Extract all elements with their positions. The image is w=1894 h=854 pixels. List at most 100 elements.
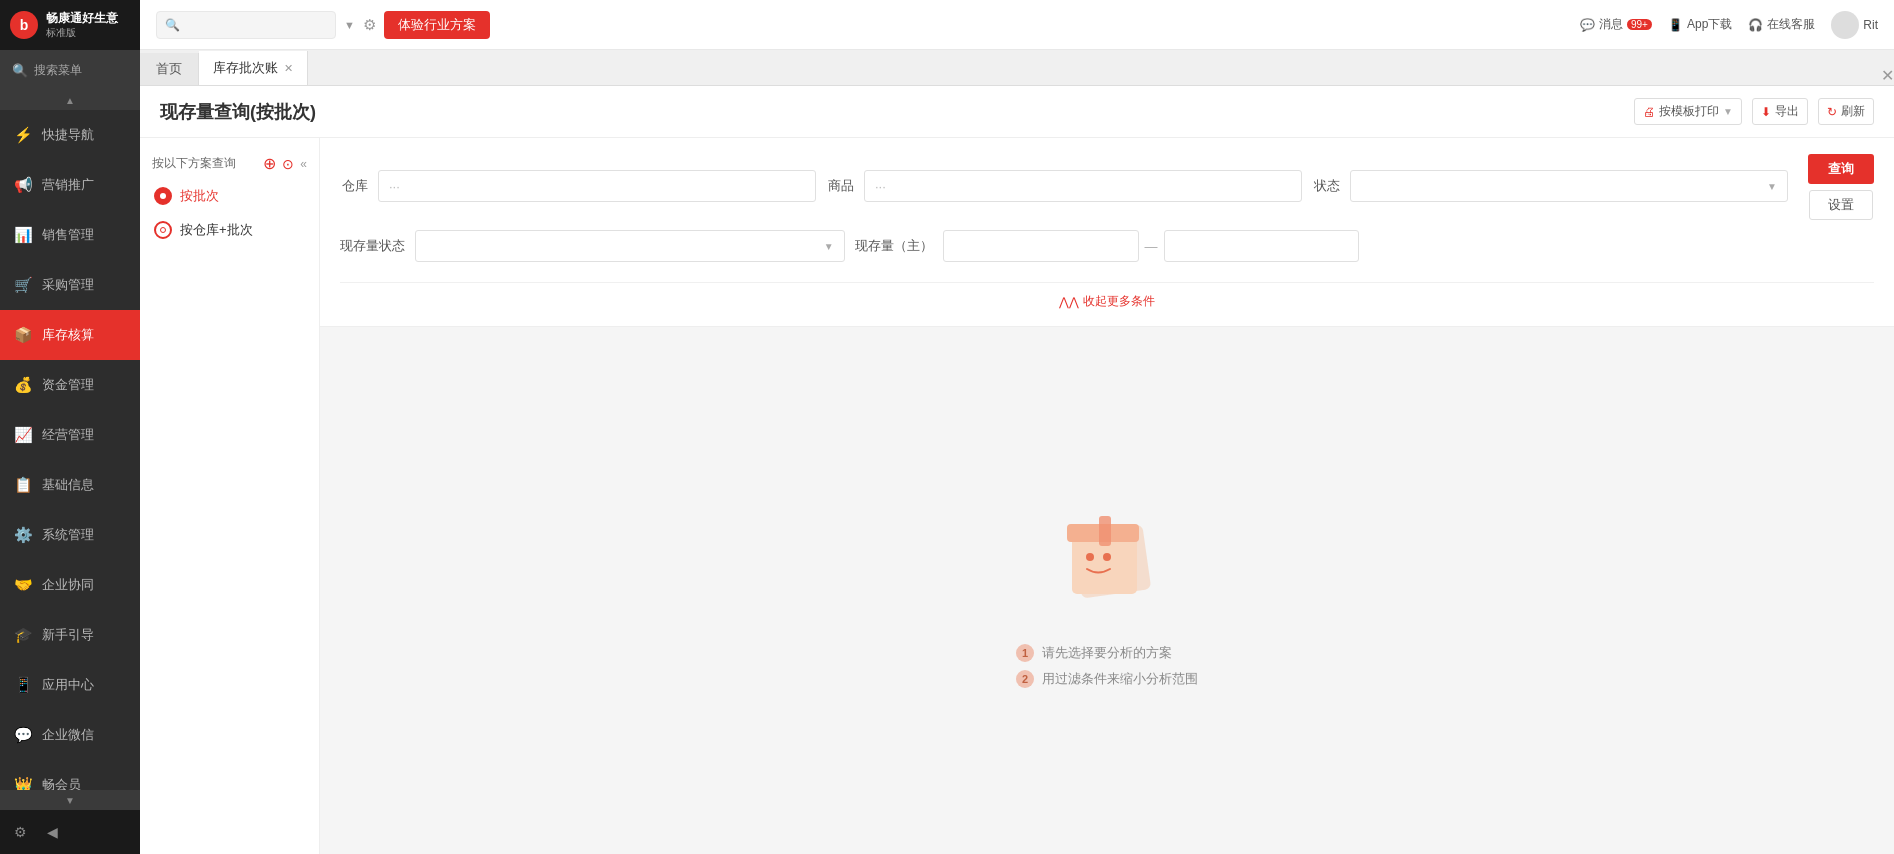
empty-tip-1: 1 请先选择要分析的方案 bbox=[1016, 644, 1198, 662]
settings-footer-icon[interactable]: ⚙ bbox=[14, 824, 27, 840]
app-brand: 畅康通好生意 标准版 bbox=[46, 11, 130, 40]
add-plan-icon[interactable]: ⊕ bbox=[263, 154, 276, 173]
panel-close-button[interactable]: ✕ bbox=[1881, 66, 1894, 85]
filter-actions: 查询 设置 bbox=[1808, 152, 1874, 220]
qty-from-input[interactable] bbox=[943, 230, 1139, 262]
topbar-gear-icon[interactable]: ⚙ bbox=[363, 16, 376, 34]
user-avatar-action[interactable]: Rit bbox=[1831, 11, 1878, 39]
avatar bbox=[1831, 11, 1859, 39]
plan-icon-by-batch bbox=[154, 187, 172, 205]
messages-action[interactable]: 💬 消息 99+ bbox=[1580, 16, 1652, 33]
refresh-icon: ↻ bbox=[1827, 105, 1837, 119]
empty-state: 1 请先选择要分析的方案 2 用过滤条件来缩小分析范围 bbox=[320, 327, 1894, 854]
left-panel-icons: ⊕ ⊙ « bbox=[263, 154, 307, 173]
collapse-panel-icon[interactable]: « bbox=[300, 157, 307, 171]
tip-number-2: 2 bbox=[1016, 670, 1034, 688]
user-name: Rit bbox=[1863, 18, 1878, 32]
collapse-more-button[interactable]: ⋀⋀ 收起更多条件 bbox=[340, 282, 1874, 320]
sidebar-item-label: 快捷导航 bbox=[42, 126, 94, 144]
inventory-icon: 📦 bbox=[14, 326, 32, 344]
message-icon: 💬 bbox=[1580, 18, 1595, 32]
tab-inventory-batch[interactable]: 库存批次账 ✕ bbox=[199, 51, 308, 85]
sidebar-item-newbie[interactable]: 🎓 新手引导 bbox=[0, 610, 140, 660]
empty-tip-2: 2 用过滤条件来缩小分析范围 bbox=[1016, 670, 1198, 688]
export-button[interactable]: ⬇ 导出 bbox=[1752, 98, 1808, 125]
refresh-button[interactable]: ↻ 刷新 bbox=[1818, 98, 1874, 125]
collapse-sidebar-icon[interactable]: ◀ bbox=[47, 824, 58, 840]
sidebar-item-system[interactable]: ⚙️ 系统管理 bbox=[0, 510, 140, 560]
sidebar-item-quick-nav[interactable]: ⚡ 快捷导航 bbox=[0, 110, 140, 160]
system-icon: ⚙️ bbox=[14, 526, 32, 544]
sidebar: b 畅康通好生意 标准版 🔍 搜索菜单 ▲ ⚡ 快捷导航 📢 营销推广 📊 销售… bbox=[0, 0, 140, 854]
sidebar-item-label: 经营管理 bbox=[42, 426, 94, 444]
empty-tips: 1 请先选择要分析的方案 2 用过滤条件来缩小分析范围 bbox=[1016, 644, 1198, 688]
app-logo: b bbox=[10, 11, 38, 39]
page-title: 现存量查询(按批次) bbox=[160, 100, 316, 124]
tip-text-2: 用过滤条件来缩小分析范围 bbox=[1042, 670, 1198, 688]
tab-home[interactable]: 首页 bbox=[140, 53, 199, 85]
online-service-label: 在线客服 bbox=[1767, 16, 1815, 33]
topbar: 🔍 ▼ ⚙ 体验行业方案 💬 消息 99+ 📱 App下载 🎧 在线客服 Rit bbox=[140, 0, 1894, 50]
qty-wrap: 现存量（主） — bbox=[855, 230, 1360, 262]
tip-number-1: 1 bbox=[1016, 644, 1034, 662]
print-template-button[interactable]: 🖨 按模板打印 ▼ bbox=[1634, 98, 1742, 125]
app-download-action[interactable]: 📱 App下载 bbox=[1668, 16, 1732, 33]
empty-illustration bbox=[1047, 494, 1167, 614]
svg-point-5 bbox=[1103, 553, 1111, 561]
app-name: 畅康通好生意 bbox=[46, 11, 130, 27]
left-panel-header: 按以下方案查询 ⊕ ⊙ « bbox=[140, 148, 319, 179]
sidebar-item-apps[interactable]: 📱 应用中心 bbox=[0, 660, 140, 710]
inventory-status-select[interactable]: ▼ bbox=[415, 230, 845, 262]
members-icon: 👑 bbox=[14, 776, 32, 790]
qty-to-input[interactable] bbox=[1164, 230, 1360, 262]
product-input[interactable]: ··· bbox=[864, 170, 1302, 202]
sidebar-item-purchase[interactable]: 🛒 采购管理 bbox=[0, 260, 140, 310]
messages-badge: 99+ bbox=[1627, 19, 1652, 30]
export-icon: ⬇ bbox=[1761, 105, 1771, 119]
sidebar-item-finance[interactable]: 💰 资金管理 bbox=[0, 360, 140, 410]
sidebar-item-basic-info[interactable]: 📋 基础信息 bbox=[0, 460, 140, 510]
sidebar-item-wechat[interactable]: 💬 企业微信 bbox=[0, 710, 140, 760]
sidebar-item-inventory[interactable]: 📦 库存核算 bbox=[0, 310, 140, 360]
sidebar-item-label: 销售管理 bbox=[42, 226, 94, 244]
settings-plan-icon[interactable]: ⊙ bbox=[282, 156, 294, 172]
filter-fields-area: 仓库 ··· 商品 ··· bbox=[340, 152, 1874, 272]
sidebar-item-label: 应用中心 bbox=[42, 676, 94, 694]
sidebar-item-marketing[interactable]: 📢 营销推广 bbox=[0, 160, 140, 210]
product-placeholder: ··· bbox=[875, 179, 886, 194]
sidebar-search[interactable]: 🔍 搜索菜单 bbox=[0, 50, 140, 90]
sidebar-item-label: 新手引导 bbox=[42, 626, 94, 644]
apps-icon: 📱 bbox=[14, 676, 32, 694]
query-button[interactable]: 查询 bbox=[1808, 154, 1874, 184]
settings-button[interactable]: 设置 bbox=[1809, 190, 1873, 220]
sidebar-item-members[interactable]: 👑 畅会员 bbox=[0, 760, 140, 790]
topbar-dropdown-icon[interactable]: ▼ bbox=[344, 19, 355, 31]
warehouse-input[interactable]: ··· bbox=[378, 170, 816, 202]
filter-top-row: 仓库 ··· 商品 ··· bbox=[340, 152, 1874, 272]
status-arrow-icon: ▼ bbox=[1767, 181, 1777, 192]
plan-item-by-warehouse-batch[interactable]: 按仓库+批次 bbox=[140, 213, 319, 247]
empty-svg bbox=[1047, 494, 1167, 614]
sidebar-scroll-up[interactable]: ▲ bbox=[0, 90, 140, 110]
online-service-action[interactable]: 🎧 在线客服 bbox=[1748, 16, 1815, 33]
sidebar-item-enterprise[interactable]: 🤝 企业协同 bbox=[0, 560, 140, 610]
tab-close-icon[interactable]: ✕ bbox=[284, 62, 293, 75]
refresh-label: 刷新 bbox=[1841, 103, 1865, 120]
print-dropdown-icon[interactable]: ▼ bbox=[1723, 106, 1733, 117]
warehouse-placeholder: ··· bbox=[389, 179, 400, 194]
topbar-search-icon: 🔍 bbox=[165, 18, 180, 32]
topbar-left: 🔍 ▼ ⚙ 体验行业方案 bbox=[156, 11, 1572, 39]
status-input[interactable]: ▼ bbox=[1350, 170, 1788, 202]
search-icon: 🔍 bbox=[12, 63, 28, 78]
sidebar-item-sales[interactable]: 📊 销售管理 bbox=[0, 210, 140, 260]
tab-home-label: 首页 bbox=[156, 60, 182, 78]
export-label: 导出 bbox=[1775, 103, 1799, 120]
sidebar-item-operations[interactable]: 📈 经营管理 bbox=[0, 410, 140, 460]
plan-label-by-batch: 按批次 bbox=[180, 187, 219, 205]
filter-row-2: 现存量状态 ▼ 现存量（主） — bbox=[340, 230, 1874, 262]
sidebar-scroll-down[interactable]: ▼ bbox=[0, 790, 140, 810]
plan-item-by-batch[interactable]: 按批次 bbox=[140, 179, 319, 213]
trial-button[interactable]: 体验行业方案 bbox=[384, 11, 490, 39]
status-label: 状态 bbox=[1312, 177, 1340, 195]
topbar-search-box[interactable]: 🔍 bbox=[156, 11, 336, 39]
